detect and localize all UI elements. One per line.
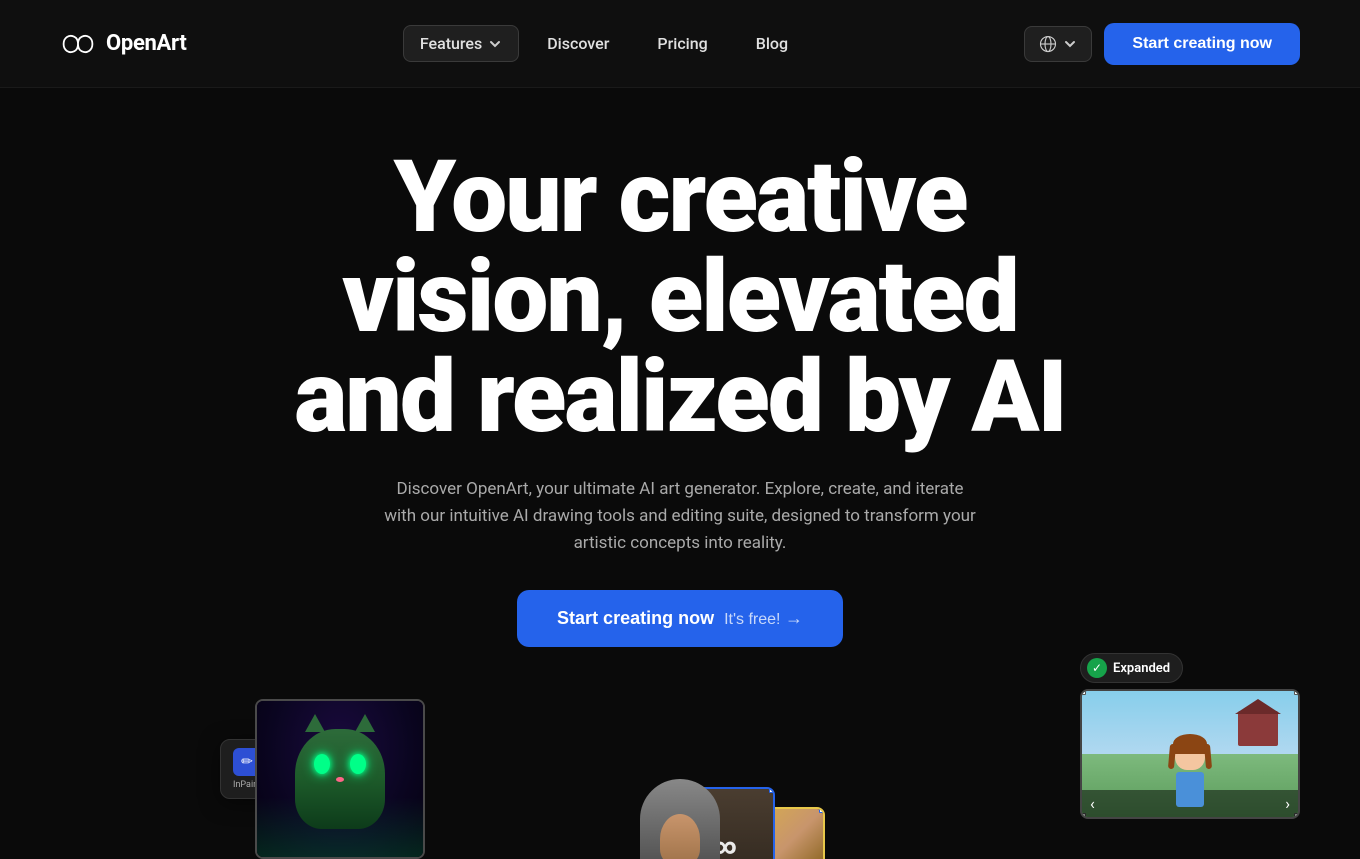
handle-tr-3 [769,787,775,793]
hero-section: Your creative vision, elevated and reali… [0,88,1360,859]
avatar-float [640,779,720,859]
logo-text: OpenArt [106,31,186,56]
barn-bg [1238,711,1278,746]
logo-link[interactable]: OpenArt [60,31,186,56]
expanded-panel: ✓ Expanded [1080,653,1300,819]
cat-face [295,729,385,829]
cat-editor-preview [255,699,425,859]
nav-cta-button[interactable]: Start creating now [1104,23,1300,65]
features-nav-item[interactable]: Features [403,25,519,62]
hero-cta-label: Start creating now [557,608,714,629]
cat-eye-right [350,754,366,774]
hero-title-line3: and realized by AI [294,339,1065,456]
nav-right: Start creating now [1024,23,1300,65]
language-selector[interactable] [1024,26,1092,62]
avatar-head [660,814,700,859]
pricing-label: Pricing [657,34,707,53]
handle-tr-4 [1294,689,1300,695]
navbar: OpenArt Features Discover Pricing Blog [0,0,1360,88]
discover-label: Discover [547,34,609,53]
handle-top-right [819,807,825,813]
expanded-badge-label: Expanded [1113,661,1170,676]
chevron-down-icon [488,37,502,51]
next-arrow[interactable]: › [1285,794,1290,813]
pricing-nav-item[interactable]: Pricing [637,26,727,61]
blog-nav-item[interactable]: Blog [736,26,808,61]
girl-figure [1175,738,1205,807]
openart-logo-icon [60,32,96,56]
globe-icon [1039,35,1057,53]
hero-cta-button[interactable]: Start creating now It's free! → [517,590,843,647]
blog-label: Blog [756,34,788,53]
expanded-image-card: ‹ › [1080,689,1300,819]
cyberpunk-cat-card [255,699,425,859]
cat-eyes [314,754,366,774]
hero-title: Your creative vision, elevated and reali… [294,148,1065,448]
discover-nav-item[interactable]: Discover [527,26,629,61]
hero-subtitle: Discover OpenArt, your ultimate AI art g… [380,476,980,558]
hero-cta-free-label: It's free! → [724,608,803,629]
handle-tl-4 [1080,689,1086,695]
lang-chevron-icon [1063,37,1077,51]
arrow-icon: → [785,608,803,628]
prev-arrow[interactable]: ‹ [1090,794,1095,813]
cat-eye-left [314,754,330,774]
cat-nose [336,777,344,782]
check-icon: ✓ [1087,658,1107,678]
cyberpunk-cat-image [257,701,423,857]
nav-links: Features Discover Pricing Blog [403,25,808,62]
avatar-preview [640,779,720,859]
features-label: Features [420,34,482,53]
expanded-status-badge: ✓ Expanded [1080,653,1183,683]
hero-cta-area: Start creating now It's free! → [517,590,843,647]
